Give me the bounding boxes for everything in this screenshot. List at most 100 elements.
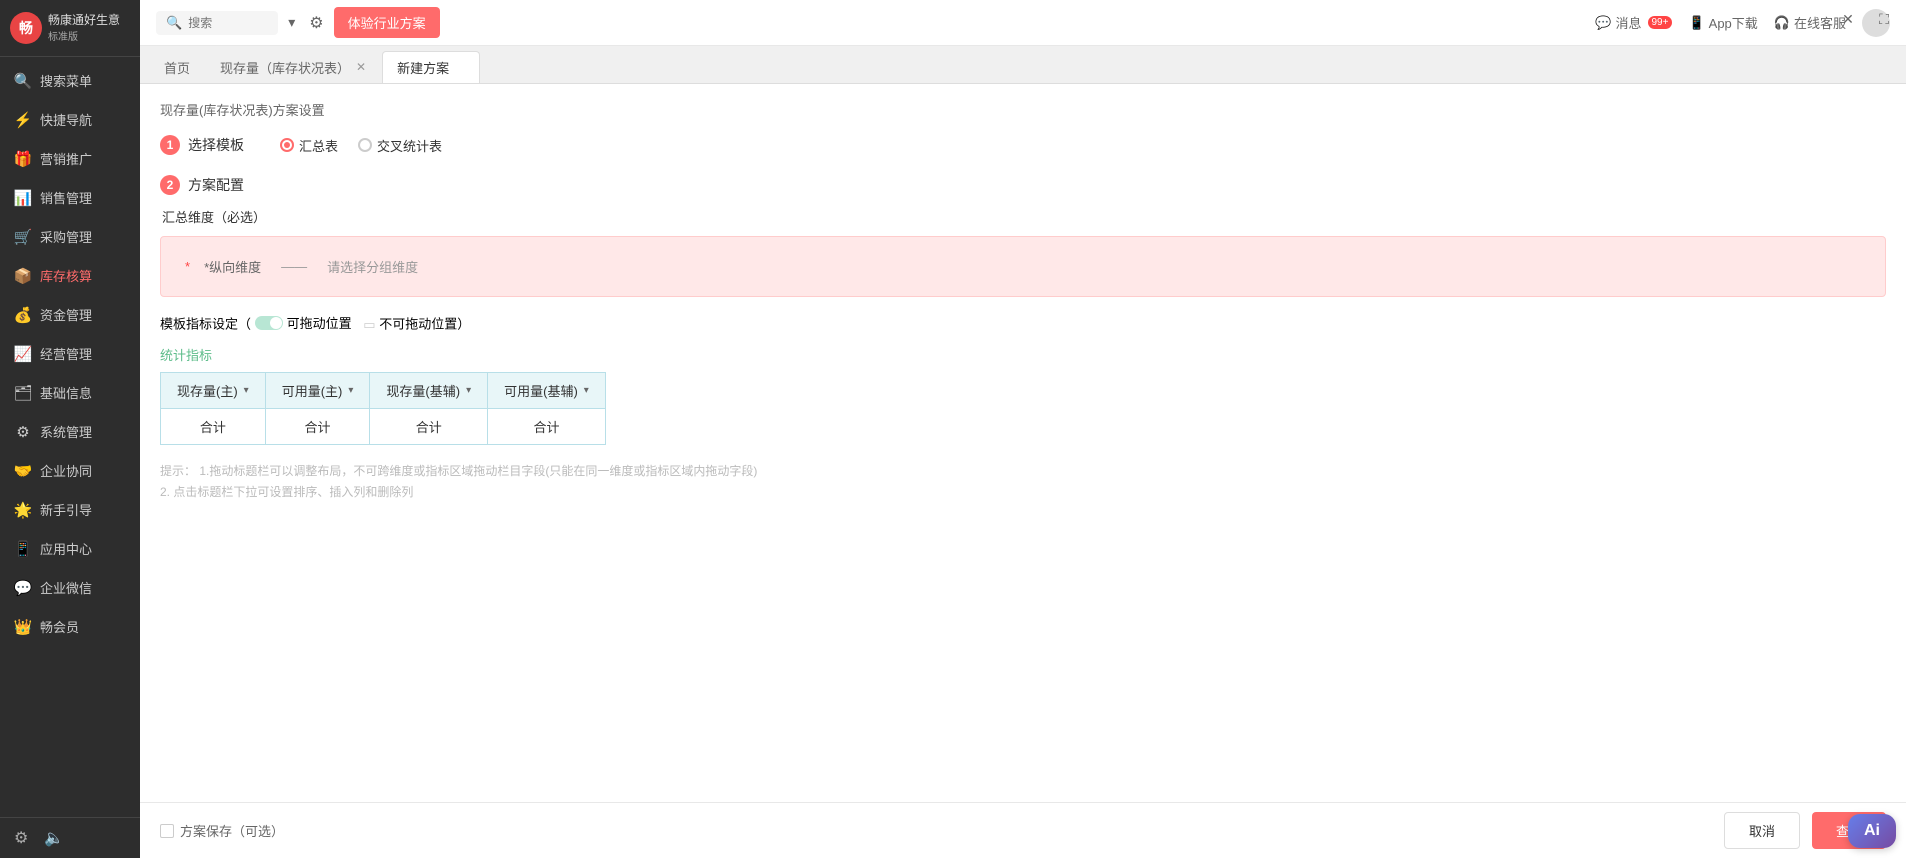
- search-input[interactable]: [188, 16, 268, 30]
- tab-inventory-label: 现存量（库存状况表）: [220, 58, 350, 77]
- minimize-icon[interactable]: ✕: [1830, 1, 1866, 37]
- save-plan-group: 方案保存（可选）: [160, 821, 284, 840]
- sidebar: 畅 畅康通好生意 标准版 🔍 搜索菜单 ⚡ 快捷导航 🎁 营销推广 📊 销售管理…: [0, 0, 140, 858]
- headset-icon: 🎧: [1774, 15, 1790, 31]
- sidebar-item-guide[interactable]: 🌟 新手引导: [0, 490, 140, 529]
- radio-cross[interactable]: 交叉统计表: [358, 136, 442, 155]
- radio-summary[interactable]: 汇总表: [280, 136, 338, 155]
- col1-chevron[interactable]: ▾: [244, 385, 249, 396]
- sidebar-nav: 🔍 搜索菜单 ⚡ 快捷导航 🎁 营销推广 📊 销售管理 🛒 采购管理 📦 库存核…: [0, 57, 140, 817]
- tab-inventory-close[interactable]: ✕: [356, 60, 366, 74]
- sidebar-item-label: 营销推广: [40, 149, 92, 168]
- tabs-bar: 首页 现存量（库存状况表） ✕ 新建方案 ✕ ✕ ⛶: [140, 46, 1906, 84]
- operations-icon: 📈: [14, 345, 32, 363]
- save-plan-checkbox[interactable]: [160, 824, 174, 838]
- dim-row: * *纵向维度 —— 请选择分组维度: [185, 257, 1861, 276]
- ai-badge[interactable]: Ai: [1848, 814, 1896, 848]
- app-download-btn[interactable]: 📱 App下载: [1688, 13, 1757, 32]
- sidebar-item-member[interactable]: 👑 畅会员: [0, 607, 140, 646]
- col2-header[interactable]: 可用量(主) ▾: [266, 373, 370, 409]
- sidebar-item-label: 企业协同: [40, 461, 92, 480]
- required-star: *: [185, 259, 190, 274]
- sidebar-item-label: 经营管理: [40, 344, 92, 363]
- search-bar[interactable]: 🔍: [156, 11, 278, 35]
- stats-title: 统计指标: [160, 345, 1886, 364]
- purchase-icon: 🛒: [14, 228, 32, 246]
- template-radio-group: 汇总表 交叉统计表: [280, 136, 442, 155]
- sidebar-item-purchase[interactable]: 🛒 采购管理: [0, 217, 140, 256]
- tab-new-plan[interactable]: 新建方案 ✕: [382, 51, 480, 83]
- wechat-icon: 💬: [14, 579, 32, 597]
- sidebar-item-enterprise[interactable]: 🤝 企业协同: [0, 451, 140, 490]
- app-download-label: App下载: [1709, 13, 1758, 32]
- save-plan-label: 方案保存（可选）: [180, 821, 284, 840]
- sidebar-item-label: 资金管理: [40, 305, 92, 324]
- basic-icon: 🗂: [14, 384, 32, 402]
- col3-header[interactable]: 现存量(基辅) ▾: [370, 373, 487, 409]
- tab-new-plan-close[interactable]: ✕: [455, 61, 465, 75]
- sidebar-item-label: 基础信息: [40, 383, 92, 402]
- sidebar-bottom: ⚙ 🔈: [0, 817, 140, 858]
- col1-cell: 合计: [161, 409, 265, 444]
- trial-btn[interactable]: 体验行业方案: [334, 7, 440, 38]
- non-draggable-label: 不可拖动位置）: [379, 317, 470, 332]
- col1-label: 现存量(主): [177, 381, 238, 400]
- search-icon-top: 🔍: [166, 15, 182, 31]
- tips-section: 提示： 1.拖动标题栏可以调整布局，不可跨维度或指标区域拖动栏目字段(只能在同一…: [160, 461, 1886, 504]
- enterprise-icon: 🤝: [14, 462, 32, 480]
- sidebar-item-label: 销售管理: [40, 188, 92, 207]
- inventory-icon: 📦: [14, 267, 32, 285]
- sidebar-item-search[interactable]: 🔍 搜索菜单: [0, 61, 140, 100]
- section2-num: 2: [160, 175, 180, 195]
- dimension-box: * *纵向维度 —— 请选择分组维度: [160, 236, 1886, 297]
- settings-bottom-icon[interactable]: ⚙: [14, 828, 28, 848]
- stats-table: 现存量(主) ▾ 合计 可用量(主) ▾ 合计: [160, 372, 606, 445]
- sidebar-item-label: 库存核算: [40, 266, 92, 285]
- vertical-dim-label: *纵向维度: [204, 257, 261, 276]
- sidebar-item-operations[interactable]: 📈 经营管理: [0, 334, 140, 373]
- sidebar-item-wechat[interactable]: 💬 企业微信: [0, 568, 140, 607]
- sidebar-item-apps[interactable]: 📱 应用中心: [0, 529, 140, 568]
- toggle-switch[interactable]: [255, 316, 283, 330]
- sidebar-item-quick[interactable]: ⚡ 快捷导航: [0, 100, 140, 139]
- col2-chevron[interactable]: ▾: [348, 385, 353, 396]
- col2-label: 可用量(主): [282, 381, 343, 400]
- cancel-button[interactable]: 取消: [1724, 812, 1800, 849]
- main-content: 现存量(库存状况表)方案设置 1 选择模板 汇总表 交叉统计表: [140, 84, 1906, 802]
- non-draggable-indicator: ▭: [363, 317, 375, 332]
- sidebar-item-label: 企业微信: [40, 578, 92, 597]
- col1-header[interactable]: 现存量(主) ▾: [161, 373, 265, 409]
- col4-chevron[interactable]: ▾: [584, 385, 589, 396]
- sidebar-item-inventory[interactable]: 📦 库存核算: [0, 256, 140, 295]
- sidebar-item-marketing[interactable]: 🎁 营销推广: [0, 139, 140, 178]
- col4-header[interactable]: 可用量(基辅) ▾: [488, 373, 605, 409]
- sidebar-item-label: 采购管理: [40, 227, 92, 246]
- sidebar-item-basic[interactable]: 🗂 基础信息: [0, 373, 140, 412]
- messages-label: 消息: [1615, 13, 1641, 32]
- topbar: 🔍 ▾ ⚙ 体验行业方案 💬 消息 99+ 📱 App下载 🎧 在线客服: [140, 0, 1906, 46]
- search-icon: 🔍: [14, 72, 32, 90]
- window-controls: ✕ ⛶: [1830, 0, 1906, 38]
- topbar-settings-icon[interactable]: ⚙: [309, 13, 323, 33]
- app-logo: 畅 畅康通好生意 标准版: [0, 0, 140, 57]
- messages-btn[interactable]: 💬 消息 99+: [1595, 13, 1672, 32]
- tab-inventory[interactable]: 现存量（库存状况表） ✕: [206, 51, 380, 83]
- tab-home[interactable]: 首页: [150, 51, 204, 83]
- messages-badge: 99+: [1648, 16, 1673, 29]
- section1-header: 1 选择模板 汇总表 交叉统计表: [160, 135, 1886, 155]
- sidebar-item-finance[interactable]: 💰 资金管理: [0, 295, 140, 334]
- expand-icon[interactable]: ⛶: [1866, 1, 1902, 37]
- speaker-icon[interactable]: 🔈: [44, 828, 64, 848]
- tip2: 2. 点击标题栏下拉可设置排序、插入列和删除列: [160, 482, 1886, 504]
- sidebar-item-label: 畅会员: [40, 617, 79, 636]
- sidebar-item-sales[interactable]: 📊 销售管理: [0, 178, 140, 217]
- radio-cross-label: 交叉统计表: [377, 136, 442, 155]
- tip-title: 提示： 1.拖动标题栏可以调整布局，不可跨维度或指标区域拖动栏目字段(只能在同一…: [160, 461, 1886, 483]
- table-col-2: 可用量(主) ▾ 合计: [266, 373, 371, 444]
- sidebar-item-system[interactable]: ⚙ 系统管理: [0, 412, 140, 451]
- table-col-3: 现存量(基辅) ▾ 合计: [370, 373, 488, 444]
- col3-chevron[interactable]: ▾: [466, 385, 471, 396]
- col3-cell: 合计: [370, 409, 487, 444]
- topbar-dropdown-btn[interactable]: ▾: [288, 14, 295, 31]
- message-icon: 💬: [1595, 15, 1611, 31]
